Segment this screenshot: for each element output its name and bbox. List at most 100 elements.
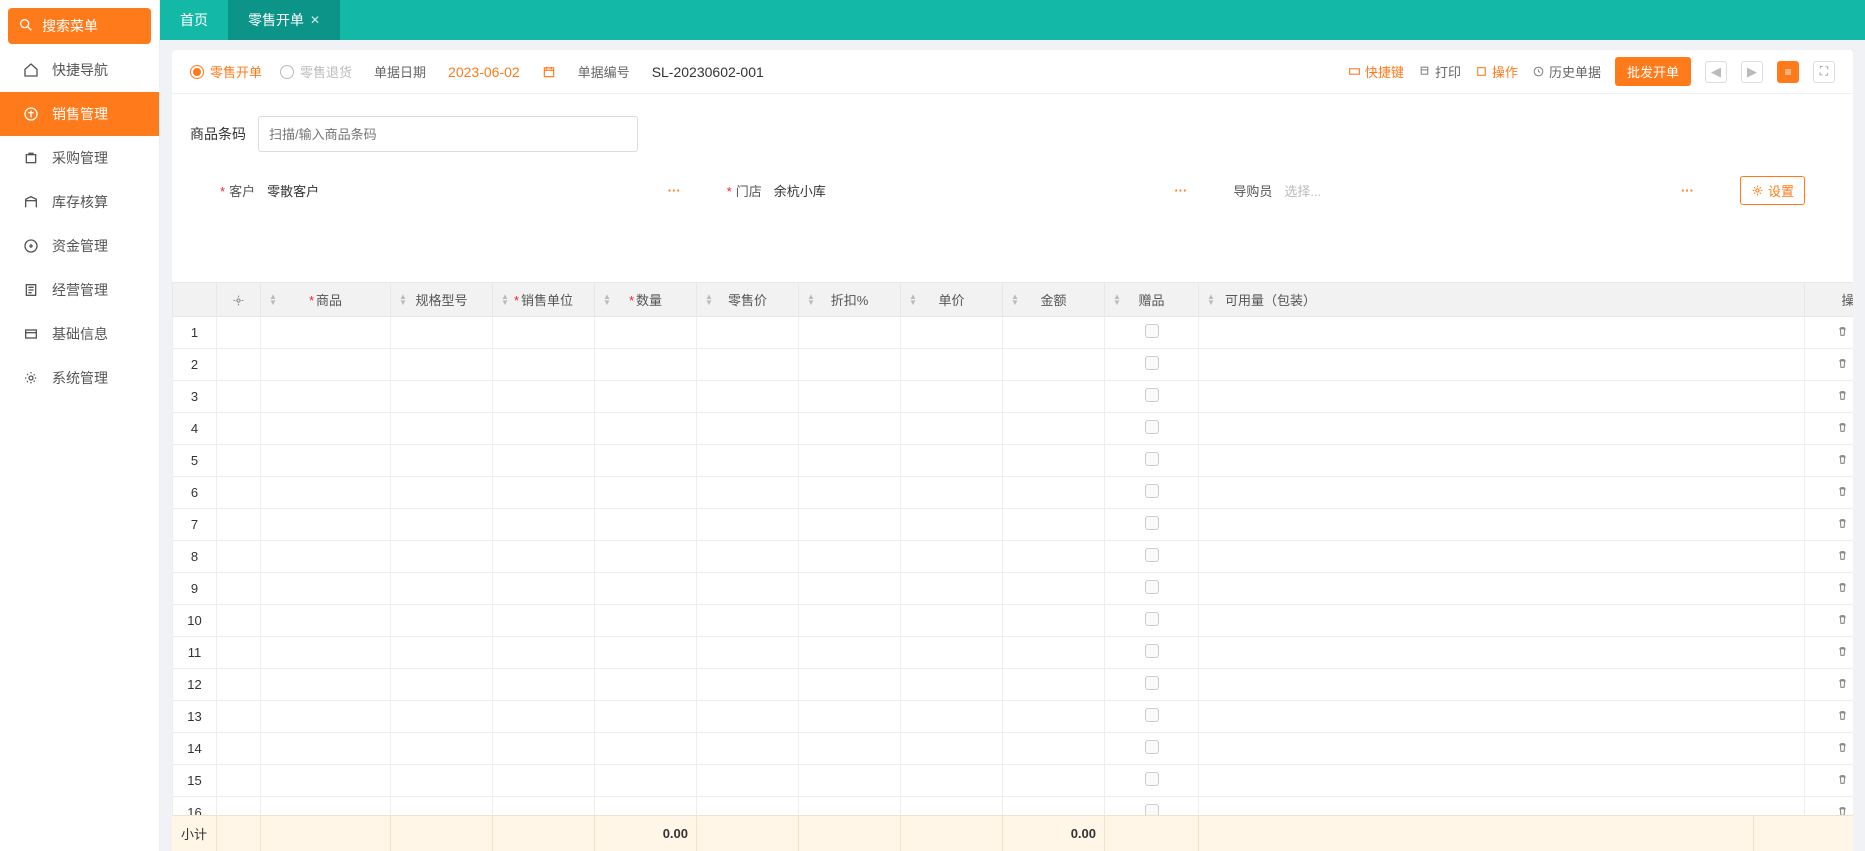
cell-gift[interactable] [1105, 733, 1199, 765]
cell-unit[interactable] [493, 381, 595, 413]
delete-row-icon[interactable] [1836, 549, 1849, 565]
cell-amount[interactable] [1003, 413, 1105, 445]
gift-checkbox[interactable] [1145, 324, 1159, 338]
salesrep-more-icon[interactable]: ··· [1681, 183, 1712, 198]
table-row[interactable]: 8 [173, 541, 1854, 573]
cell-gift[interactable] [1105, 541, 1199, 573]
delete-row-icon[interactable] [1836, 613, 1849, 629]
cell-unitprice[interactable] [901, 381, 1003, 413]
cell-unitprice[interactable] [901, 701, 1003, 733]
cell-spec[interactable] [391, 573, 493, 605]
cell-unit[interactable] [493, 477, 595, 509]
cell-unit[interactable] [493, 349, 595, 381]
cell-unit[interactable] [493, 573, 595, 605]
col-header-price[interactable]: ▲▼零售价 [697, 283, 799, 317]
delete-row-icon[interactable] [1836, 517, 1849, 533]
table-row[interactable]: 9 [173, 573, 1854, 605]
cell-spec[interactable] [391, 797, 493, 816]
cell-unitprice[interactable] [901, 509, 1003, 541]
delete-row-icon[interactable] [1836, 357, 1849, 373]
cell-product[interactable] [261, 733, 391, 765]
cell-discount[interactable] [799, 637, 901, 669]
table-row[interactable]: 6 [173, 477, 1854, 509]
gift-checkbox[interactable] [1145, 612, 1159, 626]
cell-gift[interactable] [1105, 765, 1199, 797]
gift-checkbox[interactable] [1145, 804, 1159, 815]
cell-discount[interactable] [799, 413, 901, 445]
cell-unitprice[interactable] [901, 541, 1003, 573]
gift-checkbox[interactable] [1145, 516, 1159, 530]
cell-amount[interactable] [1003, 573, 1105, 605]
table-row[interactable]: 1 [173, 317, 1854, 349]
cell-gift[interactable] [1105, 509, 1199, 541]
cell-price[interactable] [697, 669, 799, 701]
cell-qty[interactable] [595, 509, 697, 541]
sidebar-item-quicknav[interactable]: 快捷导航 [0, 48, 159, 92]
cell-qty[interactable] [595, 349, 697, 381]
cell-discount[interactable] [799, 733, 901, 765]
cell-qty[interactable] [595, 413, 697, 445]
operate-button[interactable]: 操作 [1475, 62, 1518, 81]
cell-qty[interactable] [595, 701, 697, 733]
cell-unitprice[interactable] [901, 765, 1003, 797]
cell-gift[interactable] [1105, 349, 1199, 381]
cell-unitprice[interactable] [901, 413, 1003, 445]
cell-qty[interactable] [595, 797, 697, 816]
cell-unitprice[interactable] [901, 573, 1003, 605]
table-row[interactable]: 12 [173, 669, 1854, 701]
cell-gift[interactable] [1105, 413, 1199, 445]
settings-button[interactable]: 设置 [1740, 176, 1805, 205]
cell-price[interactable] [697, 509, 799, 541]
store-select[interactable]: 余杭小库 [774, 177, 894, 204]
cell-spec[interactable] [391, 509, 493, 541]
col-header-unit[interactable]: ▲▼*销售单位 [493, 283, 595, 317]
cell-qty[interactable] [595, 317, 697, 349]
cell-gift[interactable] [1105, 669, 1199, 701]
cell-unitprice[interactable] [901, 477, 1003, 509]
cell-amount[interactable] [1003, 669, 1105, 701]
cell-product[interactable] [261, 477, 391, 509]
cell-amount[interactable] [1003, 765, 1105, 797]
cell-unit[interactable] [493, 509, 595, 541]
table-row[interactable]: 2 [173, 349, 1854, 381]
gift-checkbox[interactable] [1145, 580, 1159, 594]
cell-product[interactable] [261, 413, 391, 445]
table-row[interactable]: 11 [173, 637, 1854, 669]
gift-checkbox[interactable] [1145, 356, 1159, 370]
cell-spec[interactable] [391, 733, 493, 765]
cell-price[interactable] [697, 573, 799, 605]
cell-unitprice[interactable] [901, 605, 1003, 637]
gift-checkbox[interactable] [1145, 644, 1159, 658]
table-row[interactable]: 16 [173, 797, 1854, 816]
cell-unitprice[interactable] [901, 317, 1003, 349]
cell-price[interactable] [697, 381, 799, 413]
col-header-product[interactable]: ▲▼*商品 [261, 283, 391, 317]
table-row[interactable]: 7 [173, 509, 1854, 541]
cell-product[interactable] [261, 445, 391, 477]
cell-spec[interactable] [391, 445, 493, 477]
cell-qty[interactable] [595, 605, 697, 637]
cell-gift[interactable] [1105, 701, 1199, 733]
list-view-button[interactable]: ≡ [1777, 61, 1799, 83]
cell-product[interactable] [261, 765, 391, 797]
calendar-icon[interactable] [542, 65, 556, 79]
cell-gift[interactable] [1105, 445, 1199, 477]
cell-unitprice[interactable] [901, 797, 1003, 816]
cell-amount[interactable] [1003, 637, 1105, 669]
tab-retail-order[interactable]: 零售开单 ✕ [228, 0, 340, 40]
cell-discount[interactable] [799, 797, 901, 816]
delete-row-icon[interactable] [1836, 325, 1849, 341]
col-header-spec[interactable]: ▲▼规格型号 [391, 283, 493, 317]
cell-product[interactable] [261, 701, 391, 733]
col-header-gift[interactable]: ▲▼赠品 [1105, 283, 1199, 317]
customer-select[interactable]: 零散客户 [267, 177, 387, 204]
cell-amount[interactable] [1003, 349, 1105, 381]
cell-unit[interactable] [493, 413, 595, 445]
delete-row-icon[interactable] [1836, 805, 1849, 816]
gift-checkbox[interactable] [1145, 452, 1159, 466]
salesrep-select[interactable]: 选择... [1284, 177, 1404, 204]
cell-spec[interactable] [391, 765, 493, 797]
cell-discount[interactable] [799, 669, 901, 701]
cell-price[interactable] [697, 541, 799, 573]
gift-checkbox[interactable] [1145, 548, 1159, 562]
